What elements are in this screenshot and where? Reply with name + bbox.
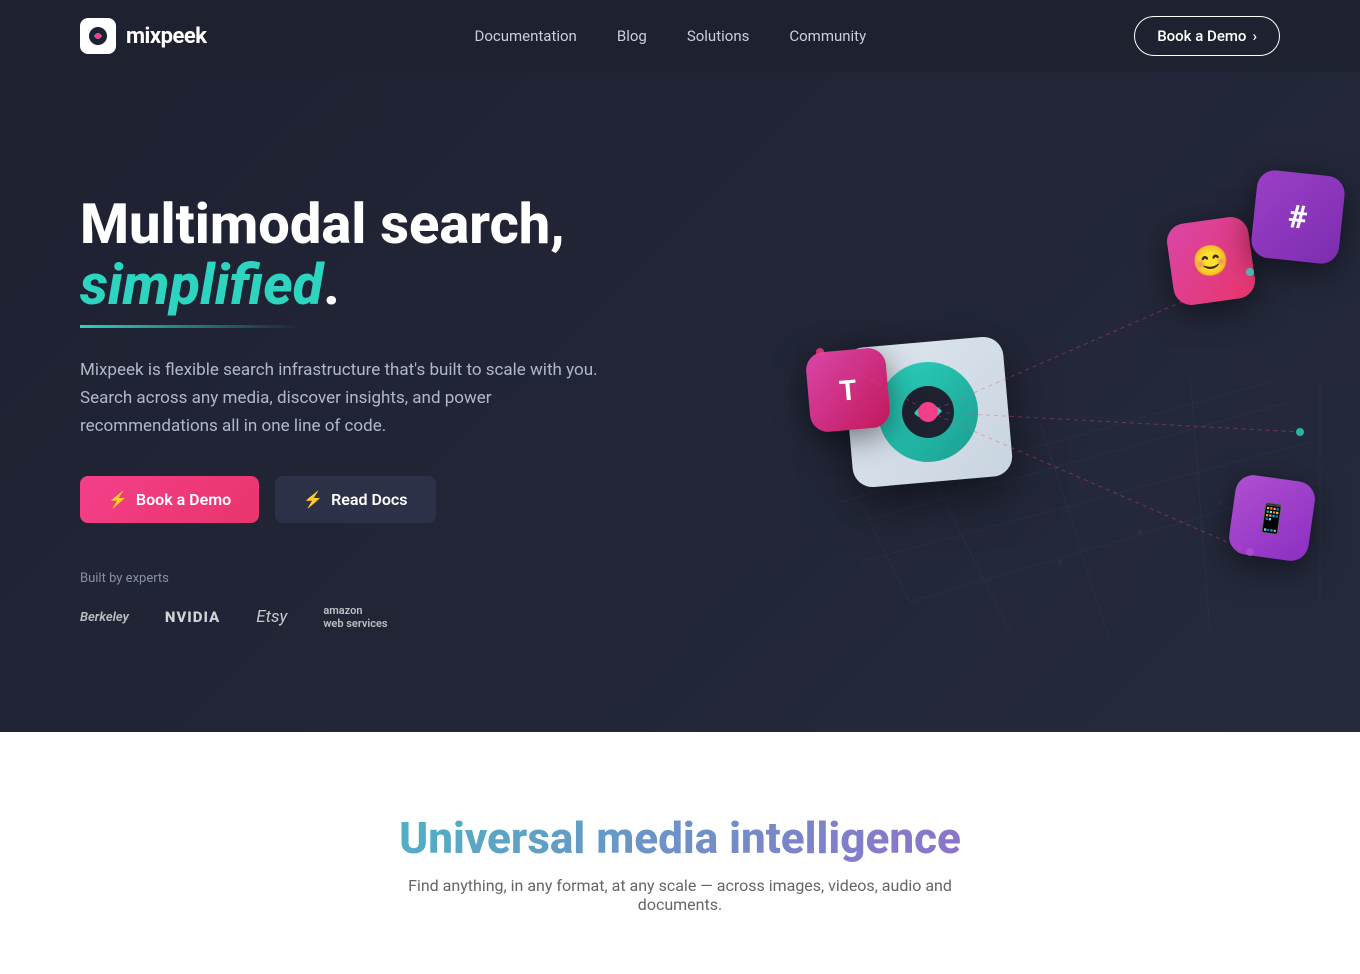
hero-underline — [80, 325, 300, 328]
arrow-icon: › — [1252, 27, 1257, 45]
bolt-icon-1 — [108, 490, 128, 509]
nav-cta-button[interactable]: Book a Demo › — [1134, 16, 1280, 56]
partner-nvidia: NVIDIA — [165, 608, 220, 626]
partner-berkeley: Berkeley — [80, 610, 129, 625]
hero-title-line1: Multimodal search, — [80, 191, 565, 257]
hero-illustration: 😊 # T 📱 — [760, 142, 1360, 662]
logo-text: mixpeek — [126, 24, 206, 49]
hero-title-accent: simplified — [80, 252, 323, 318]
nav-item-solutions[interactable]: Solutions — [687, 27, 750, 45]
nav-item-documentation[interactable]: Documentation — [474, 27, 576, 45]
hero-section: Multimodal search, simplified. Mixpeek i… — [0, 72, 1360, 732]
floating-card-hash: # — [1250, 169, 1347, 266]
built-by-label: Built by experts — [80, 571, 680, 586]
hero-demo-label: Book a Demo — [136, 490, 231, 509]
nav-links: Documentation Blog Solutions Community — [474, 27, 866, 45]
section2-description: Find anything, in any format, at any sca… — [380, 876, 980, 914]
hero-docs-button[interactable]: Read Docs — [275, 476, 435, 523]
floating-card-letter: T — [805, 347, 892, 434]
nav-item-blog[interactable]: Blog — [617, 27, 647, 45]
hero-description: Mixpeek is flexible search infrastructur… — [80, 356, 620, 440]
partner-etsy: Etsy — [256, 607, 287, 627]
hero-content: Multimodal search, simplified. Mixpeek i… — [80, 194, 680, 630]
navbar: mixpeek Documentation Blog Solutions Com… — [0, 0, 1360, 72]
hero-title: Multimodal search, simplified. — [80, 194, 680, 317]
hero-docs-label: Read Docs — [331, 490, 407, 509]
nav-item-community[interactable]: Community — [789, 27, 866, 45]
logo-icon — [80, 18, 116, 54]
bolt-icon-2 — [303, 490, 323, 509]
hero-buttons: Book a Demo Read Docs — [80, 476, 680, 523]
floating-card-mobile: 📱 — [1227, 473, 1317, 563]
section2-title: Universal media intelligence — [80, 812, 1280, 864]
partner-aws: amazonweb services — [323, 604, 387, 630]
section2: Universal media intelligence Find anythi… — [0, 732, 1360, 974]
floating-card-emoji: 😊 — [1165, 215, 1258, 308]
hero-demo-button[interactable]: Book a Demo — [80, 476, 259, 523]
partner-logos: Berkeley NVIDIA Etsy amazonweb services — [80, 604, 680, 630]
logo[interactable]: mixpeek — [80, 18, 206, 54]
nav-cta-label: Book a Demo — [1157, 27, 1246, 45]
hero-title-period: . — [323, 252, 340, 318]
